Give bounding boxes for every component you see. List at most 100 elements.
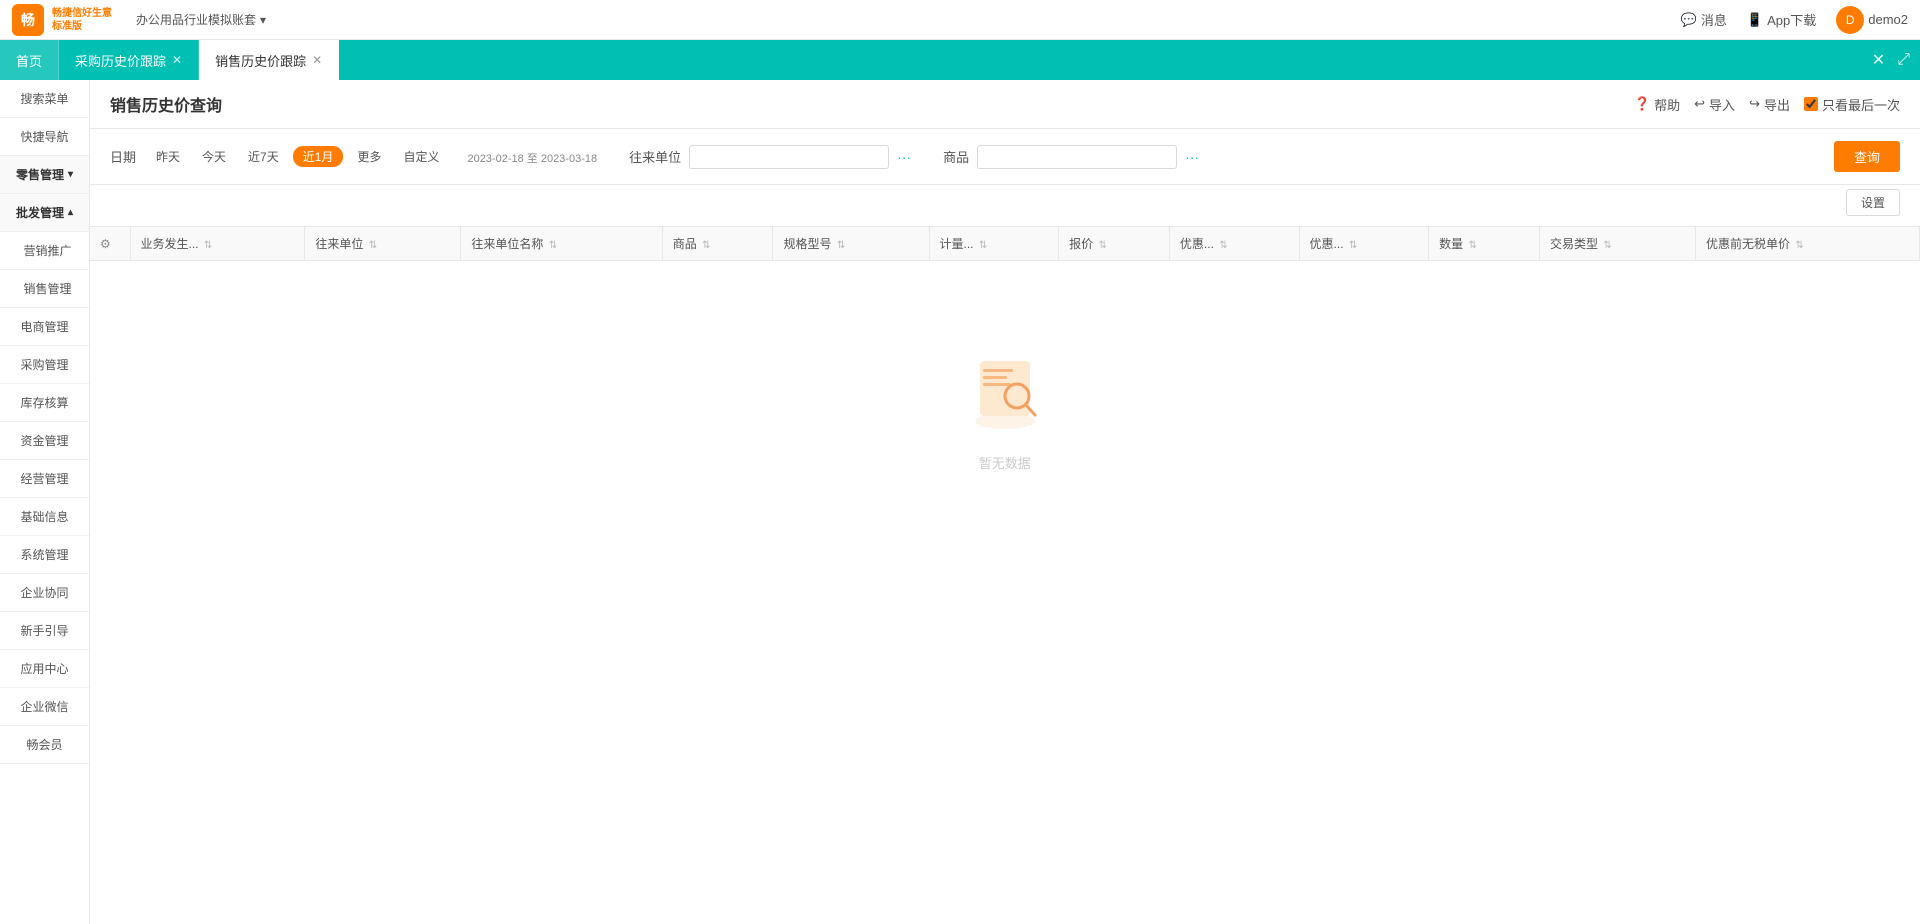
sort-pre-discount-price-icon[interactable]: ⇅ [1795,240,1803,251]
brand-name: 畅捷信好生意标准版 [52,7,112,33]
date-option-more[interactable]: 更多 [349,146,389,167]
sidebar-enterprise-collab-label: 企业协同 [20,586,68,600]
main-layout: 搜索菜单 快捷导航 零售管理 ▾ 批发管理 ▴ 营销推广 销售管理 电商管理 采… [0,80,1920,924]
tabbar-actions: ✕ ⤢ [1862,40,1920,80]
im-icon: 💬 [1681,12,1697,28]
export-icon: ↪ [1749,96,1760,112]
sort-biz-date-icon[interactable]: ⇅ [204,240,212,251]
user-menu[interactable]: D demo2 [1836,6,1908,34]
trading-partner-label: 往来单位 [629,147,681,166]
th-partner-name: 往来单位名称 ⇅ [461,227,662,261]
sort-unit-icon[interactable]: ⇅ [979,240,987,251]
settings-row: 设置 [90,185,1920,227]
tab-sales-history[interactable]: 销售历史价跟踪 ✕ [199,40,339,80]
sidebar-item-inventory-calc[interactable]: 库存核算 [0,384,89,422]
workspace-chevron-icon: ▾ [260,13,266,27]
topbar-right: 💬 消息 📱 App下载 D demo2 [1681,6,1908,34]
th-quantity: 数量 ⇅ [1429,227,1540,261]
sidebar-inventory-calc-label: 库存核算 [20,396,68,410]
im-button[interactable]: 💬 消息 [1681,10,1727,29]
sort-discount2-icon[interactable]: ⇅ [1349,240,1357,251]
export-button[interactable]: ↪ 导出 [1749,95,1790,114]
maximize-button[interactable]: ⤢ [1897,51,1910,69]
help-icon: ❓ [1634,96,1650,112]
username: demo2 [1868,12,1908,27]
trading-partner-input[interactable] [689,145,889,169]
sort-quantity-icon[interactable]: ⇅ [1469,240,1477,251]
sidebar-search-menu-label: 搜索菜单 [20,92,68,106]
sidebar-item-ecommerce-mgmt[interactable]: 电商管理 [0,308,89,346]
tab-home-label: 首页 [16,51,42,70]
sidebar-item-quick-nav[interactable]: 快捷导航 [0,118,89,156]
trading-partner-select-icon[interactable]: ··· [897,149,911,165]
sort-partner-name-icon[interactable]: ⇅ [549,240,557,251]
help-button[interactable]: ❓ 帮助 [1634,95,1680,114]
page-title: 销售历史价查询 [110,92,222,116]
th-biz-date: 业务发生... ⇅ [130,227,305,261]
empty-state-cell: 暂无数据 [90,261,1920,553]
sort-spec-icon[interactable]: ⇅ [837,240,845,251]
sidebar-operations-mgmt-label: 经营管理 [20,472,68,486]
column-settings-icon[interactable]: ⚙ [100,237,111,251]
empty-svg [955,341,1055,441]
sidebar-item-marketing[interactable]: 营销推广 [0,232,89,270]
sidebar-item-wholesale-mgmt[interactable]: 批发管理 ▴ [0,194,89,232]
date-option-7days[interactable]: 近7天 [240,146,287,167]
date-option-today[interactable]: 今天 [194,146,234,167]
sidebar-item-enterprise-collab[interactable]: 企业协同 [0,574,89,612]
sidebar-vip-member-label: 畅会员 [26,738,62,752]
import-button[interactable]: ↩ 导入 [1694,95,1735,114]
th-discount1: 优惠... ⇅ [1169,227,1299,261]
sort-partner-code-icon[interactable]: ⇅ [369,240,377,251]
sort-quoted-price-icon[interactable]: ⇅ [1099,240,1107,251]
sidebar-item-enterprise-wechat[interactable]: 企业微信 [0,688,89,726]
show-last-toggle[interactable]: 只看最后一次 [1804,95,1900,114]
tab-sales-history-close[interactable]: ✕ [312,53,322,67]
sidebar-item-purchase-mgmt[interactable]: 采购管理 [0,346,89,384]
date-option-1month[interactable]: 近1月 [293,146,344,167]
retail-chevron-icon: ▾ [68,169,73,180]
goods-label: 商品 [943,147,969,166]
date-option-yesterday[interactable]: 昨天 [148,146,188,167]
close-tab-button[interactable]: ✕ [1872,50,1885,70]
sort-transaction-type-icon[interactable]: ⇅ [1603,240,1611,251]
tab-purchase-history-close[interactable]: ✕ [172,53,182,67]
sidebar-wholesale-mgmt-label: 批发管理 [16,204,64,221]
sidebar-item-search-menu[interactable]: 搜索菜单 [0,80,89,118]
sidebar-basic-info-label: 基础信息 [20,510,68,524]
sidebar-item-retail-mgmt[interactable]: 零售管理 ▾ [0,156,89,194]
sidebar-item-operations-mgmt[interactable]: 经营管理 [0,460,89,498]
sidebar-item-vip-member[interactable]: 畅会员 [0,726,89,764]
sort-discount1-icon[interactable]: ⇅ [1219,240,1227,251]
filter-bar: 日期 昨天 今天 近7天 近1月 更多 自定义 2023-02-18 至 202… [90,129,1920,185]
empty-state-row: 暂无数据 [90,261,1920,553]
goods-select-icon[interactable]: ··· [1185,149,1199,165]
table-header: ⚙ 业务发生... ⇅ 往来单位 ⇅ 往来单位名称 ⇅ [90,227,1920,261]
tabbar: 首页 采购历史价跟踪 ✕ 销售历史价跟踪 ✕ ✕ ⤢ [0,40,1920,80]
tab-home[interactable]: 首页 [0,40,59,80]
filter-actions: 查询 [1834,141,1900,172]
sidebar-item-new-guide[interactable]: 新手引导 [0,612,89,650]
help-label: 帮助 [1654,95,1680,114]
goods-input[interactable] [977,145,1177,169]
sidebar-item-system-mgmt[interactable]: 系统管理 [0,536,89,574]
date-option-custom[interactable]: 自定义 [395,146,447,167]
data-table-container: ⚙ 业务发生... ⇅ 往来单位 ⇅ 往来单位名称 ⇅ [90,227,1920,924]
sidebar-item-basic-info[interactable]: 基础信息 [0,498,89,536]
app-download-button[interactable]: 📱 App下载 [1747,10,1816,29]
empty-text: 暂无数据 [979,453,1031,472]
table-body: 暂无数据 [90,261,1920,553]
settings-button[interactable]: 设置 [1846,189,1900,216]
sidebar-system-mgmt-label: 系统管理 [20,548,68,562]
tab-purchase-history[interactable]: 采购历史价跟踪 ✕ [59,40,199,80]
sort-goods-icon[interactable]: ⇅ [702,240,710,251]
sidebar-ecommerce-mgmt-label: 电商管理 [20,320,68,334]
sidebar-item-finance-mgmt[interactable]: 资金管理 [0,422,89,460]
query-button[interactable]: 查询 [1834,141,1900,172]
table-header-row: ⚙ 业务发生... ⇅ 往来单位 ⇅ 往来单位名称 ⇅ [90,227,1920,261]
show-last-checkbox[interactable] [1804,97,1818,111]
sidebar-item-sales-mgmt[interactable]: 销售管理 [0,270,89,308]
workspace-label: 办公用品行业模拟账套 [136,11,256,28]
sidebar-item-app-center[interactable]: 应用中心 [0,650,89,688]
workspace-selector[interactable]: 办公用品行业模拟账套 ▾ [136,11,266,28]
